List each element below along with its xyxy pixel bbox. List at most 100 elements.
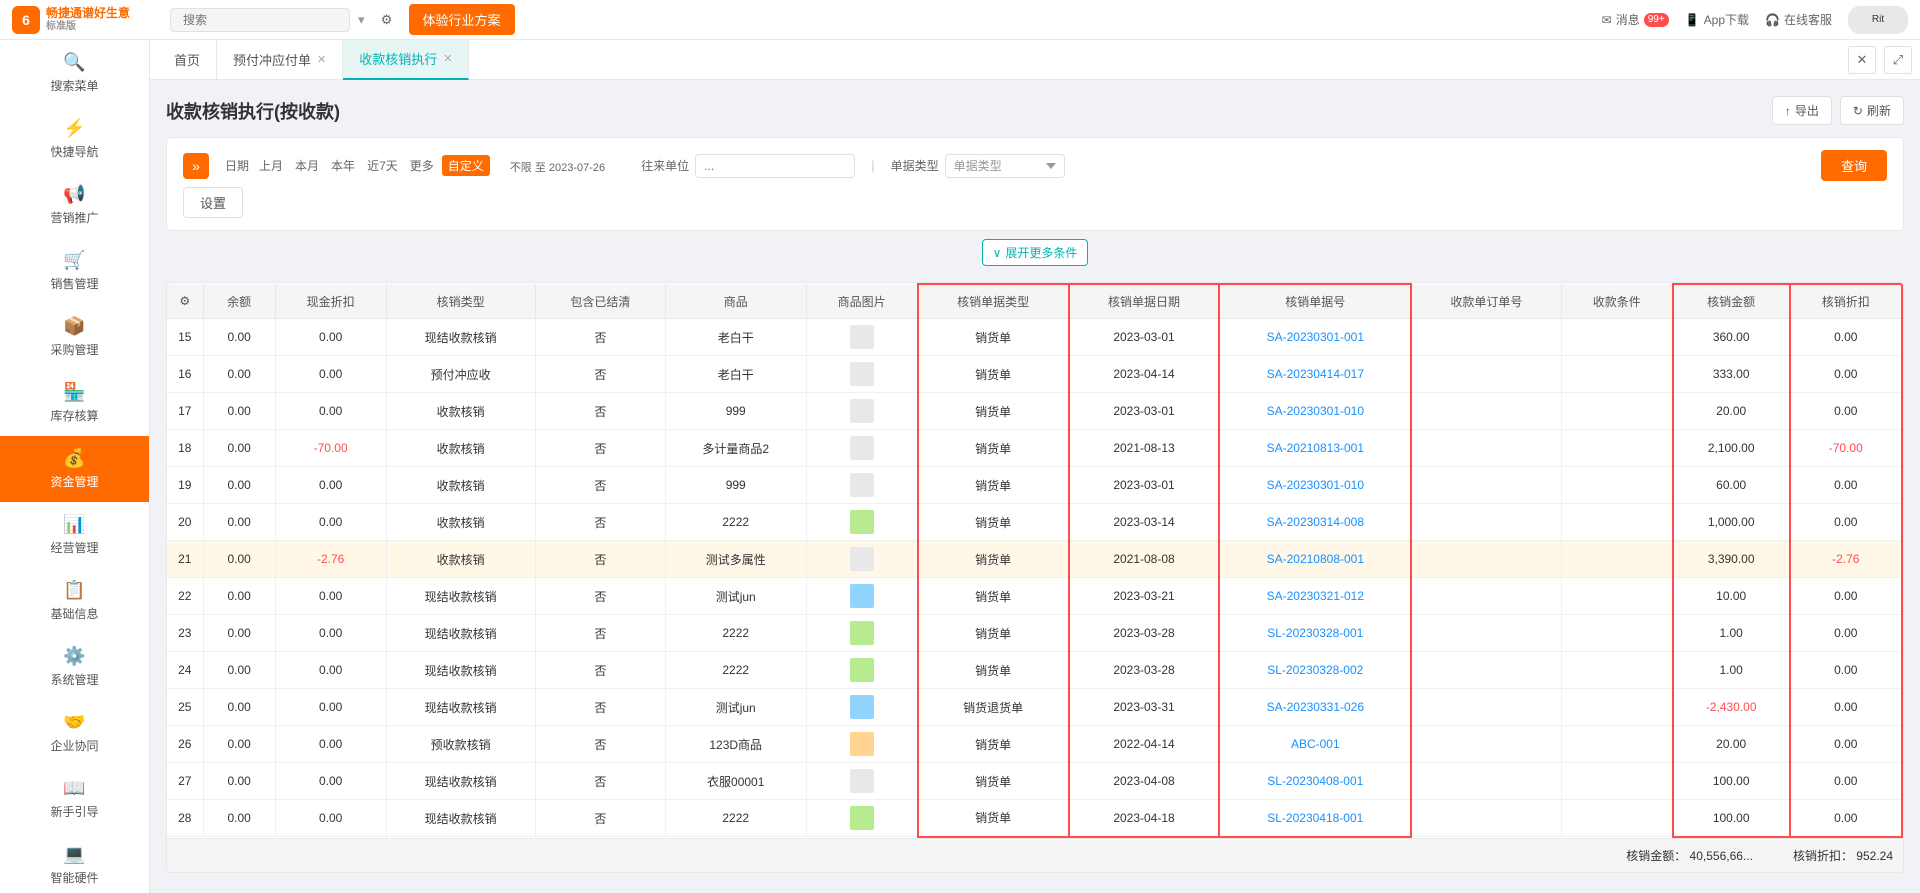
partner-label: 往来单位 bbox=[641, 157, 689, 174]
sidebar-item-smart-hw[interactable]: 💻 智能硬件 bbox=[0, 832, 149, 893]
voucher-no-link[interactable]: ABC-001 bbox=[1291, 737, 1340, 751]
message-area[interactable]: ✉ 消息 99+ bbox=[1602, 11, 1669, 28]
voucher-type-select[interactable]: 单据类型 bbox=[945, 154, 1065, 178]
trial-button[interactable]: 体验行业方案 bbox=[409, 4, 515, 35]
th-cancel-amount: 核销金额 bbox=[1673, 284, 1790, 319]
date-this-month[interactable]: 本月 bbox=[291, 155, 323, 176]
online-service-btn[interactable]: 🎧 在线客服 bbox=[1765, 11, 1832, 28]
table-cell: 0.00 bbox=[1790, 615, 1902, 652]
table-cell[interactable]: SA-20210813-001 bbox=[1219, 430, 1411, 467]
table-cell: 0.00 bbox=[1790, 393, 1902, 430]
table-cell[interactable]: SA-20230301-010 bbox=[1219, 467, 1411, 504]
table-cell[interactable]: SA-20230301-010 bbox=[1219, 393, 1411, 430]
voucher-no-link[interactable]: SL-20230328-002 bbox=[1267, 663, 1363, 677]
voucher-no-link[interactable]: SL-20230408-001 bbox=[1267, 774, 1363, 788]
table-cell: 销货单 bbox=[918, 800, 1069, 837]
sidebar-item-enterprise[interactable]: 🤝 企业协同 bbox=[0, 700, 149, 766]
voucher-no-link[interactable]: SA-20230301-010 bbox=[1267, 478, 1364, 492]
sidebar-item-system[interactable]: ⚙️ 系统管理 bbox=[0, 634, 149, 700]
refresh-button[interactable]: ↻ 刷新 bbox=[1840, 96, 1904, 125]
table-cell[interactable]: SA-20230314-008 bbox=[1219, 504, 1411, 541]
table-cell: 否 bbox=[535, 763, 665, 800]
table-row: 180.00-70.00收款核销否多计量商品2销货单2021-08-13SA-2… bbox=[167, 430, 1902, 467]
date-custom[interactable]: 自定义 bbox=[442, 155, 490, 176]
tab-receipt-cancel[interactable]: 收款核销执行 ✕ bbox=[343, 40, 469, 80]
table-cell[interactable]: SA-20230331-026 bbox=[1219, 689, 1411, 726]
table-cell: 销货退货单 bbox=[918, 689, 1069, 726]
sidebar-item-marketing[interactable]: 📢 营销推广 bbox=[0, 172, 149, 238]
tab-receipt-cancel-close[interactable]: ✕ bbox=[443, 52, 452, 65]
voucher-no-link[interactable]: SA-20210813-001 bbox=[1267, 441, 1364, 455]
refresh-icon: ↻ bbox=[1853, 104, 1863, 118]
settings-button[interactable]: 设置 bbox=[183, 187, 243, 218]
th-voucher-type: 核销单据类型 bbox=[918, 284, 1069, 319]
table-header-row: ⚙ 余额 现金折扣 核销类型 包含已结清 商品 商品图片 核销单据类型 核销单据… bbox=[167, 284, 1902, 319]
maximize-btn[interactable]: ⤢ bbox=[1884, 46, 1912, 74]
table-cell bbox=[806, 430, 918, 467]
table-cell[interactable]: ABC-001 bbox=[1219, 726, 1411, 763]
sidebar-item-finance[interactable]: 💰 资金管理 bbox=[0, 436, 149, 502]
partner-input[interactable] bbox=[695, 154, 855, 178]
table-cell[interactable]: SA-20230301-001 bbox=[1219, 319, 1411, 356]
table-cell: 0.00 bbox=[275, 615, 386, 652]
message-label: 消息 bbox=[1616, 11, 1640, 28]
voucher-no-link[interactable]: SA-20230314-008 bbox=[1267, 515, 1364, 529]
table-cell: 23 bbox=[167, 615, 203, 652]
sidebar-item-inventory[interactable]: 🏪 库存核算 bbox=[0, 370, 149, 436]
date-last-month[interactable]: 上月 bbox=[255, 155, 287, 176]
tab-home[interactable]: 首页 bbox=[158, 40, 217, 80]
date-this-year[interactable]: 本年 bbox=[327, 155, 359, 176]
table-cell[interactable]: SA-20230414-017 bbox=[1219, 356, 1411, 393]
sidebar-item-purchase[interactable]: 📦 采购管理 bbox=[0, 304, 149, 370]
table-cell[interactable]: SA-20230321-012 bbox=[1219, 578, 1411, 615]
export-button[interactable]: ↑ 导出 bbox=[1772, 96, 1832, 125]
sidebar-item-guide[interactable]: 📖 新手引导 bbox=[0, 766, 149, 832]
close-window-btn[interactable]: ✕ bbox=[1848, 46, 1876, 74]
voucher-no-link[interactable]: SL-20230328-001 bbox=[1267, 626, 1363, 640]
table-cell: 销货单 bbox=[918, 319, 1069, 356]
table-cell: 0.00 bbox=[203, 615, 275, 652]
table-cell[interactable]: SL-20230328-002 bbox=[1219, 652, 1411, 689]
sidebar-item-search-menu[interactable]: 🔍 搜索菜单 bbox=[0, 40, 149, 106]
voucher-no-link[interactable]: SA-20230301-010 bbox=[1267, 404, 1364, 418]
voucher-no-link[interactable]: SA-20210808-001 bbox=[1267, 552, 1364, 566]
app-download-btn[interactable]: 📱 App下载 bbox=[1685, 11, 1749, 28]
table-cell: 老白干 bbox=[665, 319, 806, 356]
user-avatar[interactable]: Rit bbox=[1848, 6, 1908, 34]
table-cell[interactable]: SL-20230328-001 bbox=[1219, 615, 1411, 652]
global-search-input[interactable] bbox=[170, 8, 350, 32]
gear-icon[interactable]: ⚙ bbox=[373, 6, 401, 34]
voucher-no-link[interactable]: SA-20230331-026 bbox=[1267, 700, 1364, 714]
expand-conditions-btn[interactable]: ∨ 展开更多条件 bbox=[982, 239, 1089, 266]
table-cell: 15 bbox=[167, 319, 203, 356]
sidebar-item-operation[interactable]: 📊 经营管理 bbox=[0, 502, 149, 568]
table-cell: 20.00 bbox=[1673, 393, 1790, 430]
table-cell[interactable]: SL-20230418-001 bbox=[1219, 800, 1411, 837]
sidebar-label-operation: 经营管理 bbox=[50, 539, 98, 556]
table-cell[interactable]: SA-20210808-001 bbox=[1219, 541, 1411, 578]
table-cell[interactable]: SL-20230408-001 bbox=[1219, 763, 1411, 800]
tab-prepay[interactable]: 预付冲应付单 ✕ bbox=[217, 40, 343, 80]
sidebar-item-quick-nav[interactable]: ⚡ 快捷导航 bbox=[0, 106, 149, 172]
date-7days[interactable]: 近7天 bbox=[363, 155, 402, 176]
voucher-no-link[interactable]: SA-20230301-001 bbox=[1267, 330, 1364, 344]
table-cell: 3,390.00 bbox=[1673, 541, 1790, 578]
voucher-no-link[interactable]: SL-20230418-001 bbox=[1267, 811, 1363, 825]
voucher-no-link[interactable]: SA-20230414-017 bbox=[1267, 367, 1364, 381]
table-cell: 0.00 bbox=[275, 689, 386, 726]
table-cell: 0.00 bbox=[1790, 763, 1902, 800]
sidebar-item-sales[interactable]: 🛒 销售管理 bbox=[0, 238, 149, 304]
date-more[interactable]: 更多 bbox=[406, 155, 438, 176]
sidebar-item-base-info[interactable]: 📋 基础信息 bbox=[0, 568, 149, 634]
voucher-no-link[interactable]: SA-20230321-012 bbox=[1267, 589, 1364, 603]
table-cell: 1.00 bbox=[1673, 652, 1790, 689]
query-button[interactable]: 查询 bbox=[1821, 150, 1887, 181]
table-cell bbox=[1561, 319, 1673, 356]
table-cell bbox=[1411, 541, 1561, 578]
tab-prepay-close[interactable]: ✕ bbox=[317, 53, 326, 66]
filter-toggle-btn[interactable]: » bbox=[183, 153, 209, 179]
th-gear[interactable]: ⚙ bbox=[167, 284, 203, 319]
dropdown-icon[interactable]: ▾ bbox=[358, 12, 365, 28]
table-cell bbox=[806, 726, 918, 763]
system-icon: ⚙️ bbox=[63, 646, 85, 667]
